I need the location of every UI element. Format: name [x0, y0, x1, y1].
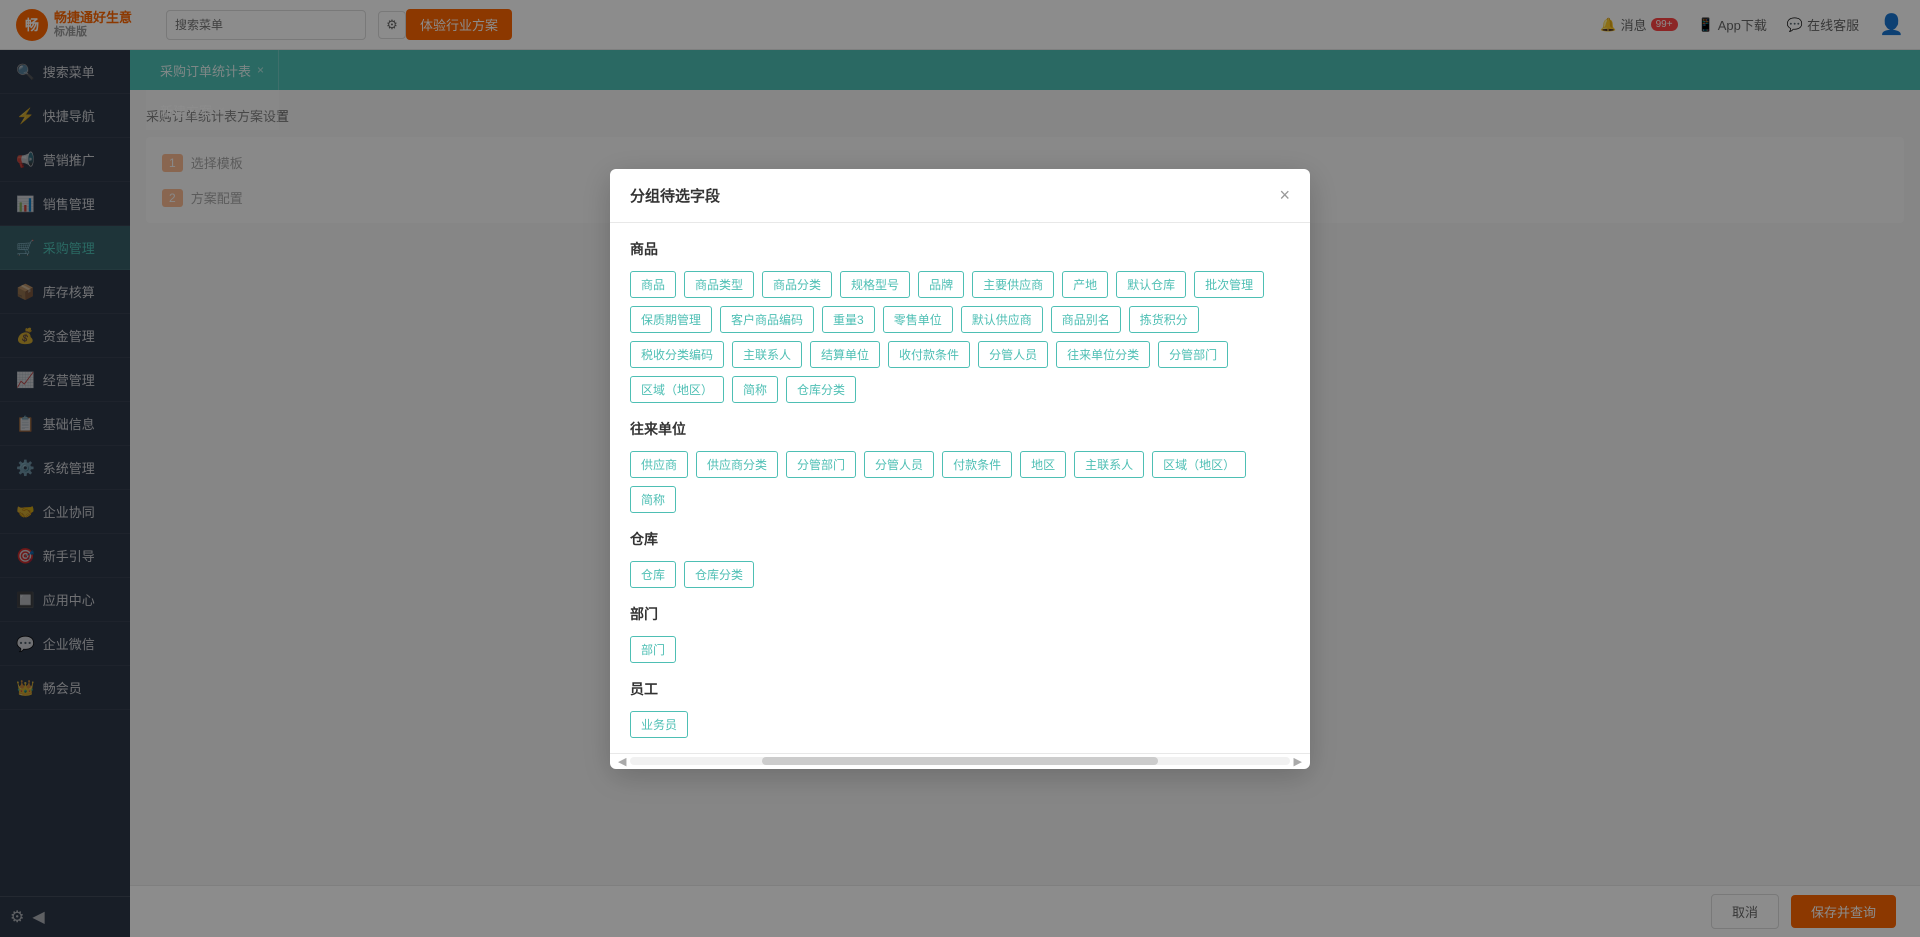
- horizontal-scrollbar[interactable]: [630, 757, 1289, 765]
- field-tag-0-9[interactable]: 保质期管理: [630, 306, 712, 333]
- field-tag-0-23[interactable]: 区域（地区）: [630, 376, 724, 403]
- field-tag-0-24[interactable]: 简称: [732, 376, 778, 403]
- modal-title: 分组待选字段: [630, 185, 720, 206]
- field-tag-0-12[interactable]: 零售单位: [883, 306, 953, 333]
- field-grid-0: 商品商品类型商品分类规格型号品牌主要供应商产地默认仓库批次管理保质期管理客户商品…: [630, 271, 1290, 403]
- field-tag-0-11[interactable]: 重量3: [822, 306, 875, 333]
- field-tag-0-19[interactable]: 收付款条件: [888, 341, 970, 368]
- field-tag-0-13[interactable]: 默认供应商: [961, 306, 1043, 333]
- field-tag-0-15[interactable]: 拣货积分: [1129, 306, 1199, 333]
- field-tag-0-4[interactable]: 品牌: [918, 271, 964, 298]
- field-tag-1-3[interactable]: 分管人员: [864, 451, 934, 478]
- field-tag-0-6[interactable]: 产地: [1062, 271, 1108, 298]
- field-tag-1-2[interactable]: 分管部门: [786, 451, 856, 478]
- field-tag-1-4[interactable]: 付款条件: [942, 451, 1012, 478]
- modal-close-button[interactable]: ×: [1279, 186, 1290, 204]
- section-title-3: 部门: [630, 604, 1290, 624]
- field-tag-1-1[interactable]: 供应商分类: [696, 451, 778, 478]
- field-tag-0-21[interactable]: 往来单位分类: [1056, 341, 1150, 368]
- field-grid-1: 供应商供应商分类分管部门分管人员付款条件地区主联系人区域（地区） 简称: [630, 451, 1290, 513]
- section-title-2: 仓库: [630, 529, 1290, 549]
- field-tag-0-2[interactable]: 商品分类: [762, 271, 832, 298]
- modal-overlay: 分组待选字段 × 商品商品商品类型商品分类规格型号品牌主要供应商产地默认仓库批次…: [0, 0, 1920, 937]
- field-tag-2-0[interactable]: 仓库: [630, 561, 676, 588]
- field-tag-1-5[interactable]: 地区: [1020, 451, 1066, 478]
- modal-body[interactable]: 商品商品商品类型商品分类规格型号品牌主要供应商产地默认仓库批次管理保质期管理客户…: [610, 223, 1310, 753]
- field-tag-0-17[interactable]: 主联系人: [732, 341, 802, 368]
- field-tag-0-25[interactable]: 仓库分类: [786, 376, 856, 403]
- modal-footer-scrollbar: ◀ ▶: [610, 753, 1310, 769]
- field-tag-0-3[interactable]: 规格型号: [840, 271, 910, 298]
- field-tag-1-0[interactable]: 供应商: [630, 451, 688, 478]
- modal-header: 分组待选字段 ×: [610, 169, 1310, 223]
- section-title-1: 往来单位: [630, 419, 1290, 439]
- section-title-4: 员工: [630, 679, 1290, 699]
- field-grid-4: 业务员: [630, 711, 1290, 738]
- field-tag-2-1[interactable]: 仓库分类: [684, 561, 754, 588]
- field-tag-0-7[interactable]: 默认仓库: [1116, 271, 1186, 298]
- modal-dialog: 分组待选字段 × 商品商品商品类型商品分类规格型号品牌主要供应商产地默认仓库批次…: [610, 169, 1310, 769]
- field-tag-0-10[interactable]: 客户商品编码: [720, 306, 814, 333]
- field-grid-2: 仓库仓库分类: [630, 561, 1290, 588]
- field-tag-4-0[interactable]: 业务员: [630, 711, 688, 738]
- field-tag-0-5[interactable]: 主要供应商: [972, 271, 1054, 298]
- field-tag-0-1[interactable]: 商品类型: [684, 271, 754, 298]
- field-tag-1-7[interactable]: 区域（地区）: [1152, 451, 1246, 478]
- field-tag-0-16[interactable]: 税收分类编码: [630, 341, 724, 368]
- field-grid-3: 部门: [630, 636, 1290, 663]
- section-title-0: 商品: [630, 239, 1290, 259]
- field-tag-0-18[interactable]: 结算单位: [810, 341, 880, 368]
- field-tag-0-0[interactable]: 商品: [630, 271, 676, 298]
- field-tag-0-22[interactable]: 分管部门: [1158, 341, 1228, 368]
- scrollbar-thumb: [762, 757, 1157, 765]
- field-tag-0-8[interactable]: 批次管理: [1194, 271, 1264, 298]
- field-tag-0-20[interactable]: 分管人员: [978, 341, 1048, 368]
- field-tag-1-8[interactable]: 简称: [630, 486, 676, 513]
- field-tag-1-6[interactable]: 主联系人: [1074, 451, 1144, 478]
- field-tag-3-0[interactable]: 部门: [630, 636, 676, 663]
- field-tag-0-14[interactable]: 商品别名: [1051, 306, 1121, 333]
